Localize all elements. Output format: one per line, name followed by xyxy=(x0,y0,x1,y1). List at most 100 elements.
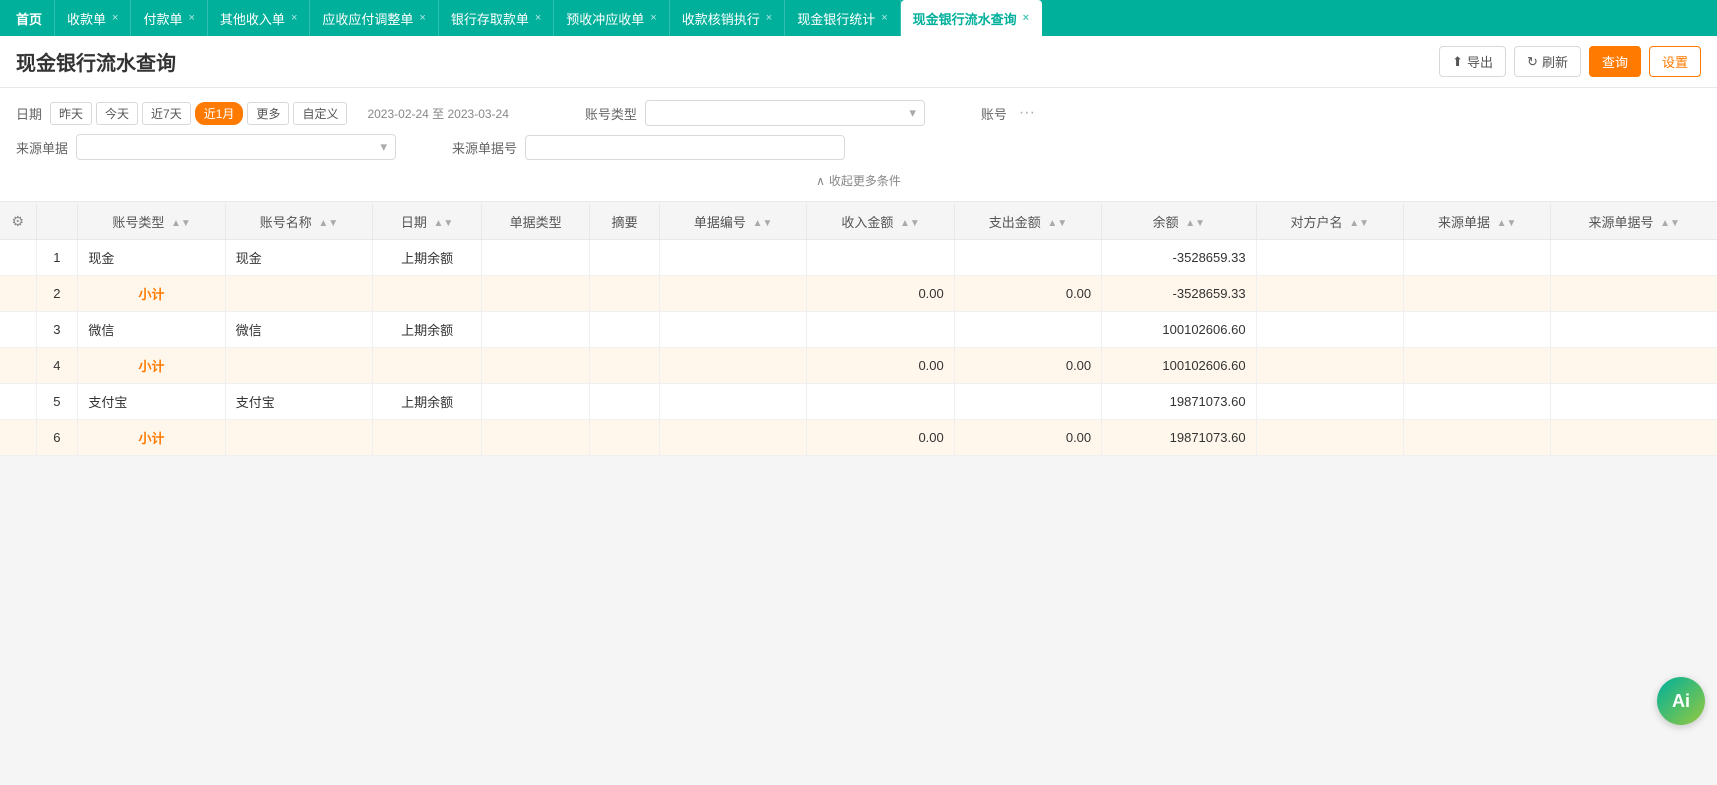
close-icon[interactable]: × xyxy=(188,12,194,24)
nav-tab-adjust[interactable]: 应收应付调整单 × xyxy=(310,0,438,36)
close-icon[interactable]: × xyxy=(419,12,425,24)
th-account-type[interactable]: 账号类型 ▲▼ xyxy=(78,204,225,240)
close-icon[interactable]: × xyxy=(535,12,541,24)
date-today[interactable]: 今天 xyxy=(96,102,138,125)
close-icon[interactable]: × xyxy=(766,12,772,24)
ai-assistant-badge[interactable]: Ai xyxy=(1657,677,1705,725)
th-account-name[interactable]: 账号名称 ▲▼ xyxy=(225,204,372,240)
table-cell: 100102606.60 xyxy=(1102,312,1256,348)
th-gear[interactable]: ⚙ xyxy=(0,204,36,240)
nav-tab-bank-deposit[interactable]: 银行存取款单 × xyxy=(439,0,554,36)
nav-tab-label: 银行存取款单 xyxy=(451,9,529,28)
table-cell: 2 xyxy=(36,276,78,312)
sort-icon: ▲▼ xyxy=(1047,219,1067,229)
table-row: 6小计0.000.0019871073.60 xyxy=(0,420,1717,456)
header-actions: ⬆ 导出 ↻ 刷新 查询 设置 xyxy=(1439,46,1701,77)
table-row: 3微信微信上期余额100102606.60 xyxy=(0,312,1717,348)
table-cell: -3528659.33 xyxy=(1102,276,1256,312)
close-icon[interactable]: × xyxy=(650,12,656,24)
table-cell xyxy=(1403,276,1550,312)
ai-label: Ai xyxy=(1672,691,1690,712)
sort-icon: ▲▼ xyxy=(900,219,920,229)
th-doc-no[interactable]: 单据编号 ▲▼ xyxy=(659,204,806,240)
collapse-bar[interactable]: ∧ 收起更多条件 xyxy=(16,168,1701,189)
gear-icon[interactable]: ⚙ xyxy=(11,213,24,229)
table-cell xyxy=(482,312,590,348)
th-date[interactable]: 日期 ▲▼ xyxy=(373,204,482,240)
table-cell xyxy=(482,240,590,276)
close-icon[interactable]: × xyxy=(112,12,118,24)
th-expense[interactable]: 支出金额 ▲▼ xyxy=(954,204,1101,240)
table-cell: 微信 xyxy=(78,312,225,348)
query-button[interactable]: 查询 xyxy=(1589,46,1641,77)
table-cell: -3528659.33 xyxy=(1102,240,1256,276)
account-type-label: 账号类型 xyxy=(585,104,637,123)
table-row: 1现金现金上期余额-3528659.33 xyxy=(0,240,1717,276)
nav-tab-other-income[interactable]: 其他收入单 × xyxy=(208,0,310,36)
nav-tab-fukuan[interactable]: 付款单 × xyxy=(131,0,207,36)
nav-home[interactable]: 首页 xyxy=(4,0,55,36)
date-7days[interactable]: 近7天 xyxy=(142,102,191,125)
th-balance[interactable]: 余额 ▲▼ xyxy=(1102,204,1256,240)
close-icon[interactable]: × xyxy=(1023,12,1029,24)
th-source-doc[interactable]: 来源单据 ▲▼ xyxy=(1403,204,1550,240)
settings-button[interactable]: 设置 xyxy=(1649,46,1701,77)
table-cell: 0.00 xyxy=(954,276,1101,312)
th-income[interactable]: 收入金额 ▲▼ xyxy=(807,204,954,240)
table-cell xyxy=(373,420,482,456)
table-cell xyxy=(373,348,482,384)
table-container: ⚙ 账号类型 ▲▼ 账号名称 ▲▼ 日期 ▲▼ 单据类型 摘要 单 xyxy=(0,204,1717,456)
source-doc-no-input[interactable] xyxy=(525,135,845,160)
table-cell xyxy=(0,420,36,456)
table-cell: 3 xyxy=(36,312,78,348)
table-cell xyxy=(590,240,660,276)
nav-home-label: 首页 xyxy=(16,9,42,28)
table-cell xyxy=(225,348,372,384)
table-cell xyxy=(659,276,806,312)
table-cell xyxy=(590,384,660,420)
account-no-dots[interactable]: ··· xyxy=(1015,104,1039,122)
table-cell xyxy=(954,240,1101,276)
nav-tab-label: 其他收入单 xyxy=(220,9,285,28)
sort-icon: ▲▼ xyxy=(1497,219,1517,229)
table-cell xyxy=(225,276,372,312)
nav-tab-cash-flow[interactable]: 现金银行流水查询 × xyxy=(901,0,1042,36)
table-cell xyxy=(0,276,36,312)
date-yesterday[interactable]: 昨天 xyxy=(50,102,92,125)
source-doc-select[interactable]: ▾ xyxy=(76,134,396,160)
date-1month[interactable]: 近1月 xyxy=(195,102,244,125)
refresh-button[interactable]: ↻ 刷新 xyxy=(1514,46,1581,77)
sort-icon: ▲▼ xyxy=(1349,219,1369,229)
th-doc-type: 单据类型 xyxy=(482,204,590,240)
table-cell: 0.00 xyxy=(954,348,1101,384)
collapse-icon: ∧ xyxy=(816,174,825,188)
table-cell xyxy=(1551,420,1717,456)
date-more[interactable]: 更多 xyxy=(247,102,289,125)
table-cell: 100102606.60 xyxy=(1102,348,1256,384)
table-cell xyxy=(1403,384,1550,420)
account-type-select[interactable]: ▾ xyxy=(645,100,925,126)
nav-tab-cash-stats[interactable]: 现金银行统计 × xyxy=(785,0,900,36)
table-cell: 支付宝 xyxy=(78,384,225,420)
close-icon[interactable]: × xyxy=(291,12,297,24)
export-button[interactable]: ⬆ 导出 xyxy=(1439,46,1506,77)
table-cell xyxy=(590,312,660,348)
th-source-doc-no[interactable]: 来源单据号 ▲▼ xyxy=(1551,204,1717,240)
nav-tab-label: 收款核销执行 xyxy=(682,9,760,28)
nav-tab-shoukuan[interactable]: 收款单 × xyxy=(55,0,131,36)
collapse-label: 收起更多条件 xyxy=(829,172,901,189)
sort-icon: ▲▼ xyxy=(434,219,454,229)
close-icon[interactable]: × xyxy=(881,12,887,24)
th-counterpart[interactable]: 对方户名 ▲▼ xyxy=(1256,204,1403,240)
nav-tab-collection[interactable]: 收款核销执行 × xyxy=(670,0,785,36)
table-cell xyxy=(482,276,590,312)
nav-tab-label: 现金银行统计 xyxy=(797,9,875,28)
table-cell: 现金 xyxy=(78,240,225,276)
date-custom[interactable]: 自定义 xyxy=(293,102,347,125)
table-body: 1现金现金上期余额-3528659.332小计0.000.00-3528659.… xyxy=(0,240,1717,456)
nav-tab-prepaid[interactable]: 预收冲应收单 × xyxy=(554,0,669,36)
table-cell xyxy=(807,384,954,420)
table-cell: 小计 xyxy=(78,420,225,456)
table-cell xyxy=(1551,348,1717,384)
table-cell xyxy=(807,240,954,276)
